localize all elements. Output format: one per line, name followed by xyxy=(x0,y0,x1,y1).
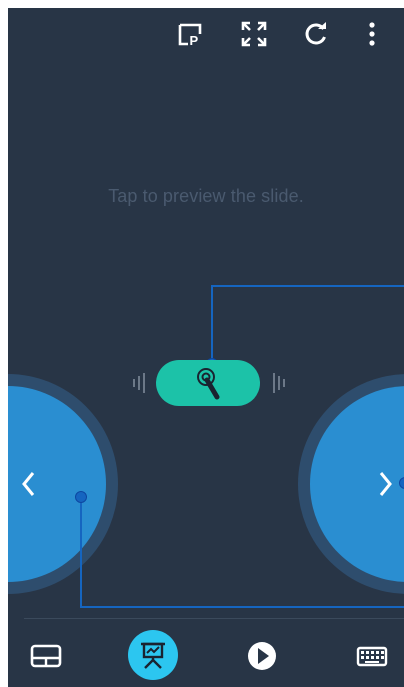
play-tab[interactable] xyxy=(242,636,282,676)
refresh-icon[interactable] xyxy=(302,20,330,48)
callout-line xyxy=(80,606,404,608)
presentation-view-icon[interactable]: P xyxy=(176,20,204,48)
callout-dot xyxy=(75,491,87,503)
presenter-mode-tab[interactable] xyxy=(128,630,178,680)
keyboard-tab[interactable] xyxy=(352,636,392,676)
keyboard-icon xyxy=(356,646,388,667)
play-icon xyxy=(248,642,276,670)
callout-line xyxy=(211,285,404,287)
callout-line xyxy=(80,496,82,608)
vibrate-right-icon xyxy=(270,371,290,395)
callout-line xyxy=(211,285,213,364)
chevron-left-icon xyxy=(22,472,35,496)
laser-pointer-button[interactable] xyxy=(156,360,260,406)
vibrate-left-icon xyxy=(130,371,150,395)
bottom-divider xyxy=(24,618,404,619)
svg-text:P: P xyxy=(190,33,199,48)
more-vert-icon[interactable] xyxy=(364,20,380,48)
touchpad-tab[interactable] xyxy=(26,636,66,676)
laser-pointer-icon xyxy=(197,368,220,400)
fullscreen-icon[interactable] xyxy=(240,20,268,48)
remote-screen: P Tap to preview the slide. xyxy=(8,8,404,687)
touchpad-icon xyxy=(30,644,62,668)
presenter-mode-icon xyxy=(141,642,165,669)
preview-hint[interactable]: Tap to preview the slide. xyxy=(8,186,404,207)
chevron-right-icon xyxy=(379,472,392,496)
callout-dot xyxy=(399,477,404,489)
